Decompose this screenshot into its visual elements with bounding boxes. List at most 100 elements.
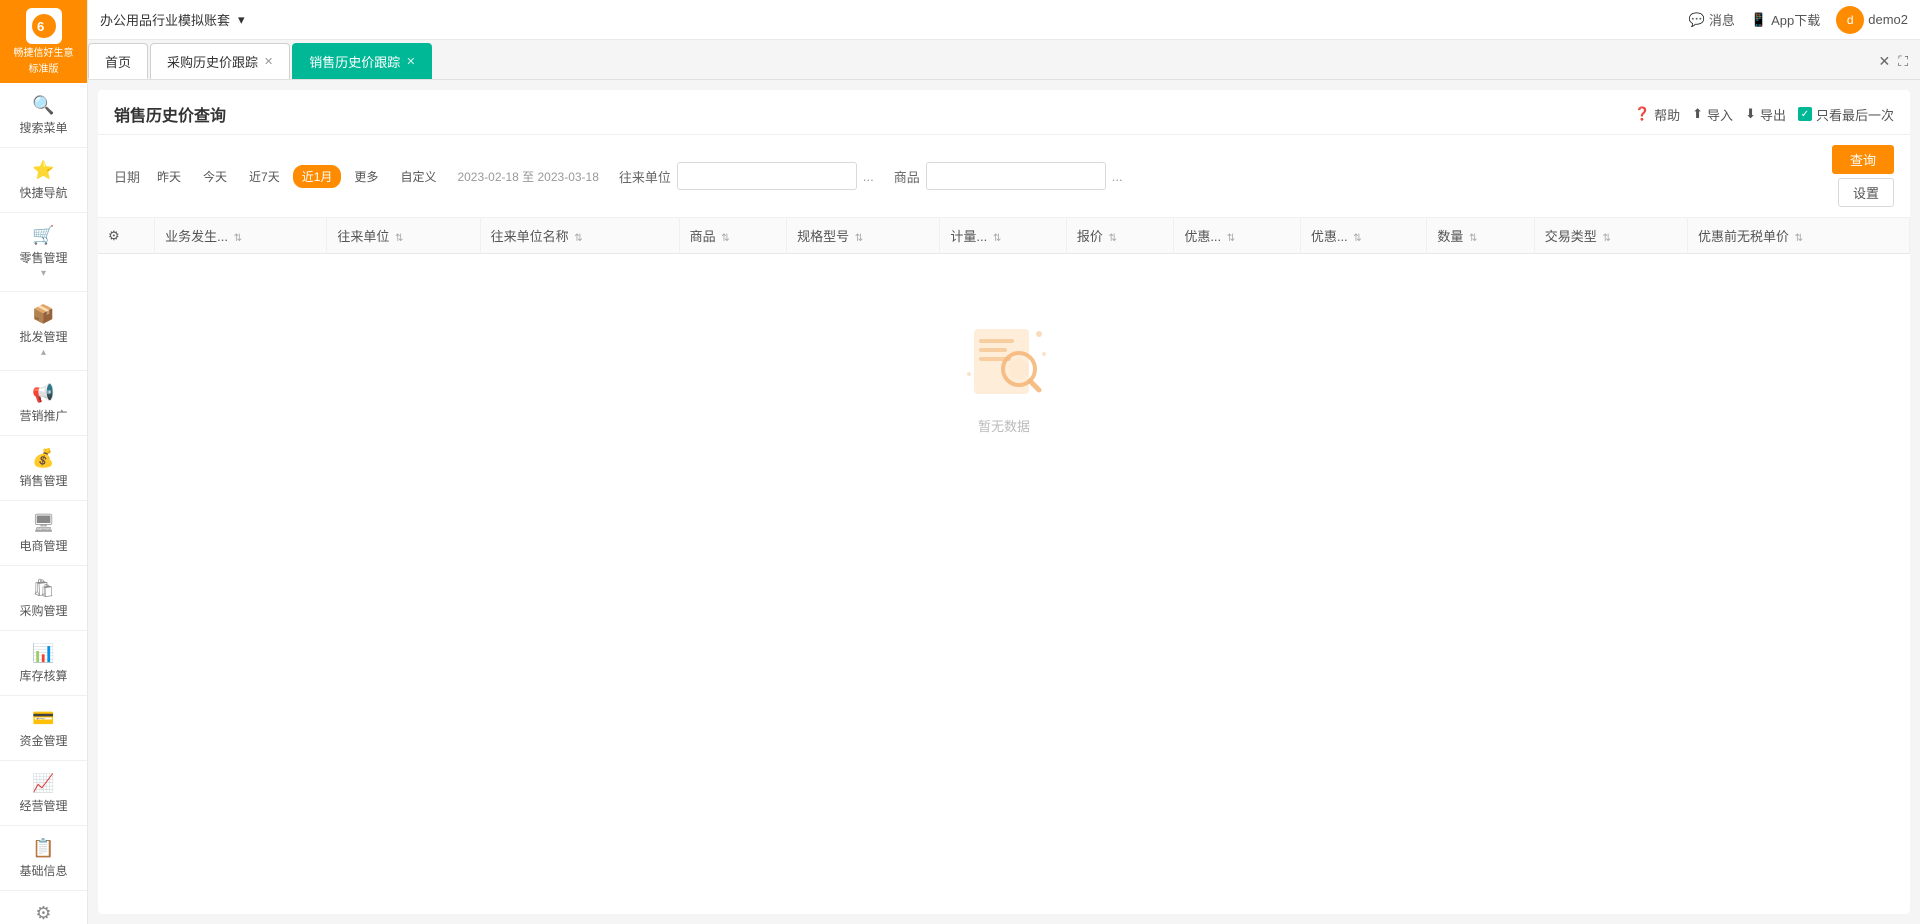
- main-area: 办公用品行业模拟账套 ▾ 💬 消息 📱 App下载 d demo2 首页: [88, 0, 1920, 924]
- star-icon: ⭐: [32, 158, 54, 183]
- sort-icon-pretax-price: ⇅: [1795, 233, 1803, 244]
- col-settings[interactable]: ⚙: [98, 218, 155, 254]
- col-product[interactable]: 商品 ⇅: [679, 218, 786, 254]
- tab-home-label: 首页: [105, 52, 131, 71]
- settings-button[interactable]: 设置: [1838, 178, 1894, 207]
- sort-icon-unit-measure: ⇅: [993, 233, 1001, 244]
- help-button[interactable]: ❓ 帮助: [1634, 105, 1680, 124]
- sidebar-item-finance[interactable]: 💳 资金管理: [0, 696, 87, 761]
- table-container: ⚙ 业务发生... ⇅ 往来单位 ⇅ 往来单位名称: [98, 218, 1910, 914]
- tab-bar: 首页 采购历史价跟踪 ✕ 销售历史价跟踪 ✕ ✕ ⛶: [88, 40, 1920, 80]
- sidebar-logo[interactable]: 6 畅捷信好生意 标准版: [0, 0, 87, 83]
- date-btn-more[interactable]: 更多: [345, 165, 387, 188]
- trending-icon: 📈: [32, 771, 54, 796]
- sort-icon-quote: ⇅: [1109, 233, 1117, 244]
- date-btn-yesterday[interactable]: 昨天: [148, 165, 190, 188]
- tab-maximize-icon[interactable]: ⛶: [1898, 53, 1908, 70]
- tab-sales-history[interactable]: 销售历史价跟踪 ✕: [292, 43, 432, 79]
- sidebar-item-quick-nav[interactable]: ⭐ 快捷导航: [0, 148, 87, 213]
- col-unit-name[interactable]: 往来单位名称 ⇅: [480, 218, 679, 254]
- help-icon: ❓: [1634, 106, 1650, 122]
- chevron-up-icon: ▴: [41, 346, 46, 360]
- table-header-row: ⚙ 业务发生... ⇅ 往来单位 ⇅ 往来单位名称: [98, 218, 1910, 254]
- tab-purchase-close-icon[interactable]: ✕: [264, 55, 273, 68]
- page-actions: ❓ 帮助 ⬆ 导入 ⬇ 导出 只看最后一次: [1634, 105, 1894, 124]
- tab-close-all-icon[interactable]: ✕: [1878, 53, 1890, 70]
- sidebar-item-operation[interactable]: 📈 经营管理: [0, 761, 87, 826]
- logo-text: 畅捷信好生意: [14, 47, 74, 60]
- top-header: 办公用品行业模拟账套 ▾ 💬 消息 📱 App下载 d demo2: [88, 0, 1920, 40]
- col-spec[interactable]: 规格型号 ⇅: [787, 218, 940, 254]
- tab-purchase-label: 采购历史价跟踪: [167, 52, 258, 71]
- sidebar-item-search-menu[interactable]: 🔍 搜索菜单: [0, 83, 87, 148]
- monitor-icon: 🖥: [32, 511, 55, 536]
- money-icon: 💰: [32, 446, 54, 471]
- export-button[interactable]: ⬇ 导出: [1745, 105, 1786, 124]
- sort-icon-unit-code: ⇅: [395, 233, 403, 244]
- unit-filter-group: 往来单位 ...: [619, 162, 874, 190]
- col-discount2-label: 优惠...: [1311, 229, 1348, 244]
- col-biz-date-label: 业务发生...: [165, 229, 228, 244]
- col-unit-code[interactable]: 往来单位 ⇅: [327, 218, 480, 254]
- shopping-icon: 🛍: [32, 576, 55, 601]
- date-filter-label: 日期: [114, 167, 140, 186]
- export-label: 导出: [1760, 105, 1786, 124]
- sort-icon-discount2: ⇅: [1353, 233, 1361, 244]
- sort-icon-discount1: ⇅: [1227, 233, 1235, 244]
- header-dropdown-icon[interactable]: ▾: [238, 12, 245, 28]
- help-label: 帮助: [1654, 105, 1680, 124]
- col-quantity[interactable]: 数量 ⇅: [1427, 218, 1534, 254]
- sidebar-item-basic-info[interactable]: 📋 基础信息: [0, 826, 87, 891]
- sidebar-item-inventory[interactable]: 📊 库存核算: [0, 631, 87, 696]
- sidebar-item-sales[interactable]: 💰 销售管理: [0, 436, 87, 501]
- import-button[interactable]: ⬆ 导入: [1692, 105, 1733, 124]
- unit-filter-dots[interactable]: ...: [863, 169, 874, 184]
- col-quote[interactable]: 报价 ⇅: [1066, 218, 1173, 254]
- col-unit-name-label: 往来单位名称: [491, 229, 569, 244]
- page-title: 销售历史价查询: [114, 102, 226, 126]
- empty-state: 暂无数据: [98, 254, 1910, 495]
- user-menu[interactable]: d demo2: [1836, 6, 1908, 34]
- product-filter-dots[interactable]: ...: [1112, 169, 1123, 184]
- col-unit-measure[interactable]: 计量... ⇅: [940, 218, 1067, 254]
- sidebar-label-search: 搜索菜单: [19, 120, 67, 137]
- export-icon: ⬇: [1745, 106, 1756, 122]
- col-pretax-price-label: 优惠前无税单价: [1698, 229, 1789, 244]
- date-btn-today[interactable]: 今天: [194, 165, 236, 188]
- sidebar-item-retail[interactable]: 🛒 零售管理 ▾: [0, 213, 87, 292]
- tab-home[interactable]: 首页: [88, 43, 148, 79]
- search-button[interactable]: 查询: [1832, 145, 1894, 174]
- sidebar-label-operation: 经营管理: [19, 798, 67, 815]
- date-btn-1month[interactable]: 近1月: [293, 165, 342, 188]
- only-last-checkbox[interactable]: 只看最后一次: [1798, 105, 1894, 124]
- sidebar-label-inventory: 库存核算: [19, 668, 67, 685]
- sidebar-item-wholesale[interactable]: 📦 批发管理 ▴: [0, 292, 87, 371]
- col-discount2[interactable]: 优惠... ⇅: [1300, 218, 1427, 254]
- checkbox-checked-icon: [1798, 107, 1812, 121]
- sidebar-label-sales: 销售管理: [19, 473, 67, 490]
- date-btn-7days[interactable]: 近7天: [240, 165, 289, 188]
- sidebar-item-ecommerce[interactable]: 🖥 电商管理: [0, 501, 87, 566]
- tab-purchase-history[interactable]: 采购历史价跟踪 ✕: [150, 43, 290, 79]
- app-download-button[interactable]: 📱 App下载: [1751, 10, 1820, 29]
- date-range-text: 2023-02-18 至 2023-03-18: [457, 168, 598, 185]
- col-quote-label: 报价: [1077, 229, 1103, 244]
- sidebar-label-marketing: 营销推广: [19, 408, 67, 425]
- sidebar-item-marketing[interactable]: 📢 营销推广: [0, 371, 87, 436]
- page-card: 销售历史价查询 ❓ 帮助 ⬆ 导入 ⬇ 导出: [98, 90, 1910, 914]
- unit-filter-input[interactable]: [677, 162, 857, 190]
- col-trade-type[interactable]: 交易类型 ⇅: [1534, 218, 1687, 254]
- cart-icon: 🛒: [32, 223, 54, 248]
- message-button[interactable]: 💬 消息: [1689, 10, 1735, 29]
- col-discount1[interactable]: 优惠... ⇅: [1174, 218, 1301, 254]
- tab-sales-close-icon[interactable]: ✕: [406, 55, 415, 68]
- sidebar-item-purchase[interactable]: 🛍 采购管理: [0, 566, 87, 631]
- filter-row: 日期 昨天 今天 近7天 近1月 更多 自定义 2023-02-18 至 202…: [98, 135, 1910, 218]
- sidebar-item-system[interactable]: ⚙ 系统管理: [0, 891, 87, 924]
- date-btn-custom[interactable]: 自定义: [391, 165, 445, 188]
- product-filter-input[interactable]: [926, 162, 1106, 190]
- col-biz-date[interactable]: 业务发生... ⇅: [155, 218, 327, 254]
- sort-icon-unit-name: ⇅: [574, 233, 582, 244]
- header-title: 办公用品行业模拟账套: [100, 10, 230, 29]
- col-pretax-price[interactable]: 优惠前无税单价 ⇅: [1688, 218, 1910, 254]
